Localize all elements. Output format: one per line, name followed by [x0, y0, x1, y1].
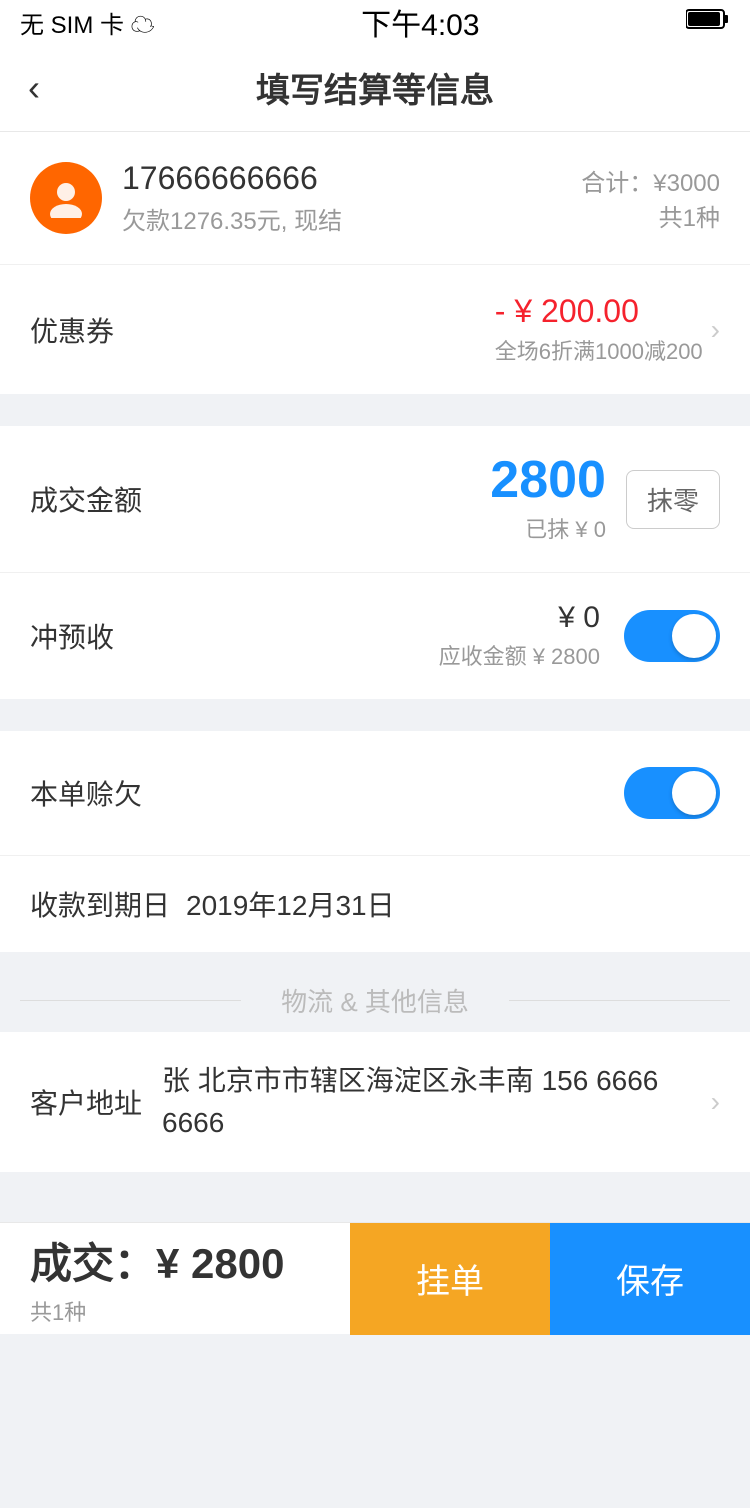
address-chevron-icon: › [711, 1086, 720, 1118]
logistics-label: 物流 & 其他信息 [281, 982, 469, 1019]
coupon-label: 优惠券 [30, 310, 114, 350]
status-bar: 无 SIM 卡 ☁ 下午4:03 [0, 0, 750, 44]
pre-sub: 应收金额 ¥ 2800 [439, 639, 600, 671]
bottom-count: 共1种 [30, 1295, 320, 1327]
pre-right: ¥ 0 应收金额 ¥ 2800 [439, 601, 720, 671]
address-label: 客户地址 [30, 1082, 142, 1122]
coupon-row[interactable]: 优惠券 - ¥ 200.00 全场6折满1000减200 › [0, 264, 750, 394]
bottom-deal-text: 成交：¥ 2800 [30, 1230, 320, 1291]
status-right [686, 8, 730, 37]
sep-line-left [20, 1000, 241, 1001]
user-count: 共1种 [581, 198, 720, 233]
round-zero-button[interactable]: 抹零 [626, 470, 720, 529]
pre-value: ¥ 0 [439, 601, 600, 635]
user-right: 合计：¥3000 共1种 [581, 163, 720, 233]
coupon-desc: 全场6折满1000减200 [495, 334, 703, 366]
avatar [30, 162, 102, 234]
arrears-toggle[interactable] [624, 767, 720, 819]
deal-amount-right: 2800 已抹 ¥ 0 抹零 [490, 454, 720, 544]
bottom-deal-value: ¥ 2800 [156, 1240, 284, 1287]
sim-text: 无 SIM 卡 ☁ [20, 5, 155, 40]
arrears-card: 本单赊欠 收款到期日 2019年12月31日 [0, 731, 750, 952]
user-info-card: 17666666666 欠款1276.35元, 现结 合计：¥3000 共1种 … [0, 132, 750, 394]
pre-receive-row: 冲预收 ¥ 0 应收金额 ¥ 2800 [0, 572, 750, 699]
deal-amount-card: 成交金额 2800 已抹 ¥ 0 抹零 冲预收 ¥ 0 应收金额 ¥ 2800 [0, 426, 750, 699]
chevron-right-icon: › [711, 314, 720, 346]
section-divider-2 [0, 715, 750, 731]
amount-value: 2800 [490, 454, 606, 506]
user-left: 17666666666 欠款1276.35元, 现结 [30, 160, 342, 236]
sep-line-right [509, 1000, 730, 1001]
section-divider-1 [0, 410, 750, 426]
coupon-right: - ¥ 200.00 全场6折满1000减200 › [495, 293, 720, 366]
page-title: 填写结算等信息 [256, 63, 494, 112]
hold-button[interactable]: 挂单 [350, 1223, 550, 1335]
address-card: 客户地址 张 北京市市辖区海淀区永丰南 156 6666 6666 › [0, 1032, 750, 1172]
battery-icon [686, 8, 730, 37]
nav-bar: ‹ 填写结算等信息 [0, 44, 750, 132]
address-value: 张 北京市市辖区海淀区永丰南 156 6666 6666 [162, 1060, 711, 1144]
arrears-toggle-knob [672, 771, 716, 815]
back-button[interactable]: ‹ [28, 67, 40, 109]
total-label: 合计：¥3000 [581, 163, 720, 198]
user-info: 17666666666 欠款1276.35元, 现结 [122, 160, 342, 236]
due-date-row: 收款到期日 2019年12月31日 [0, 855, 750, 952]
bottom-deal-label: 成交： [30, 1240, 156, 1287]
status-time: 下午4:03 [361, 0, 479, 44]
user-sub: 欠款1276.35元, 现结 [122, 201, 342, 236]
address-row[interactable]: 客户地址 张 北京市市辖区海淀区永丰南 156 6666 6666 › [0, 1032, 750, 1172]
pre-receive-label: 冲预收 [30, 616, 114, 656]
pre-receive-toggle[interactable] [624, 610, 720, 662]
toggle-knob [672, 614, 716, 658]
arrears-row: 本单赊欠 [0, 731, 750, 855]
arrears-label: 本单赊欠 [30, 773, 142, 813]
bottom-bar: 成交：¥ 2800 共1种 挂单 保存 [0, 1222, 750, 1334]
save-button[interactable]: 保存 [550, 1223, 750, 1335]
due-date-value: 2019年12月31日 [186, 884, 395, 924]
logistics-separator: 物流 & 其他信息 [0, 968, 750, 1032]
bottom-summary: 成交：¥ 2800 共1种 [0, 1230, 350, 1327]
amount-sub: 已抹 ¥ 0 [490, 512, 606, 544]
deal-amount-row: 成交金额 2800 已抹 ¥ 0 抹零 [0, 426, 750, 572]
deal-amount-label: 成交金额 [30, 479, 142, 519]
amount-block: 2800 已抹 ¥ 0 [490, 454, 606, 544]
status-left: 无 SIM 卡 ☁ [20, 5, 155, 40]
coupon-amount: - ¥ 200.00 [495, 293, 703, 330]
due-date-label: 收款到期日 [30, 884, 170, 924]
user-phone: 17666666666 [122, 160, 342, 197]
pre-amounts: ¥ 0 应收金额 ¥ 2800 [439, 601, 600, 671]
user-row: 17666666666 欠款1276.35元, 现结 合计：¥3000 共1种 [0, 132, 750, 264]
